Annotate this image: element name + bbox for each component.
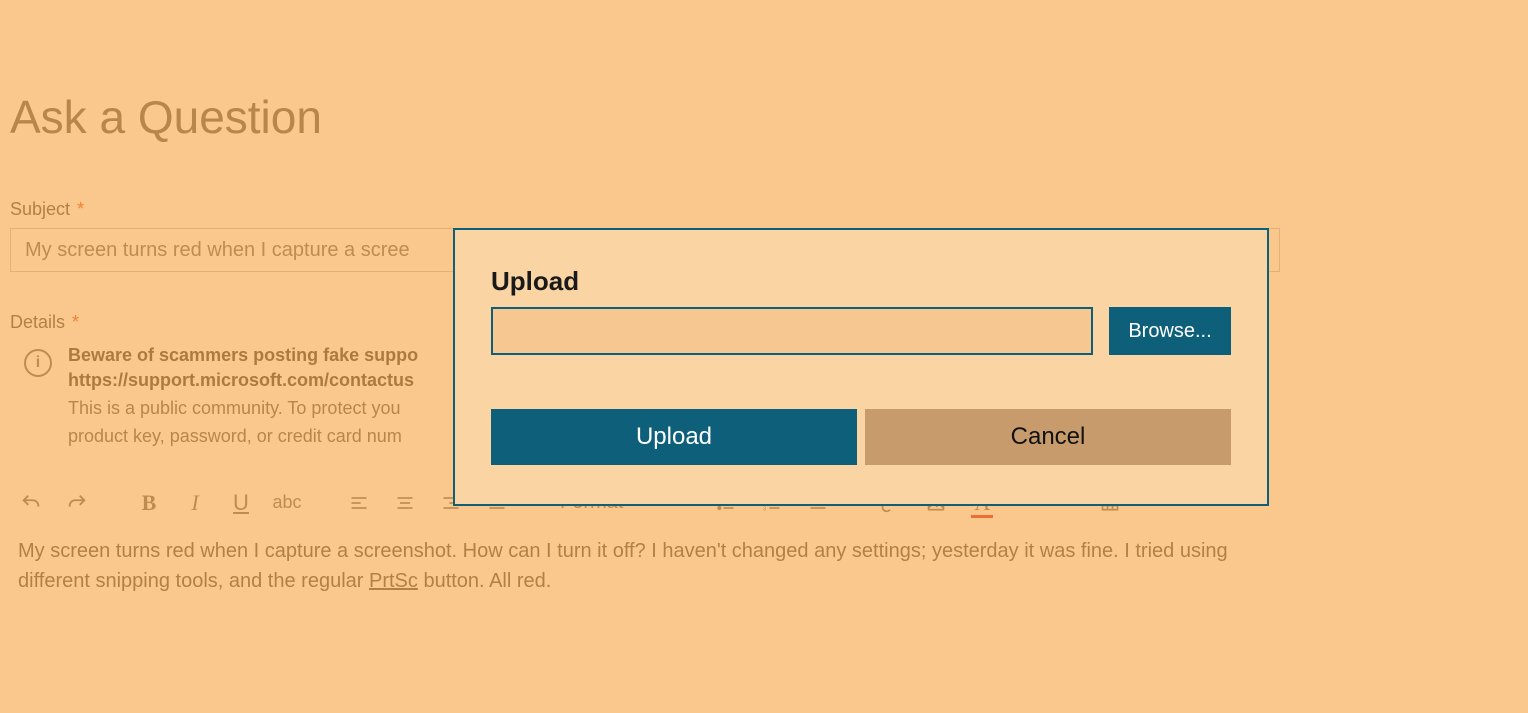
cancel-button[interactable]: Cancel <box>865 409 1231 465</box>
modal-title: Upload <box>491 266 1231 297</box>
browse-button[interactable]: Browse... <box>1109 307 1231 355</box>
upload-modal: Upload Browse... Upload Cancel <box>453 228 1269 506</box>
upload-button[interactable]: Upload <box>491 409 857 465</box>
file-path-input[interactable] <box>491 307 1093 355</box>
